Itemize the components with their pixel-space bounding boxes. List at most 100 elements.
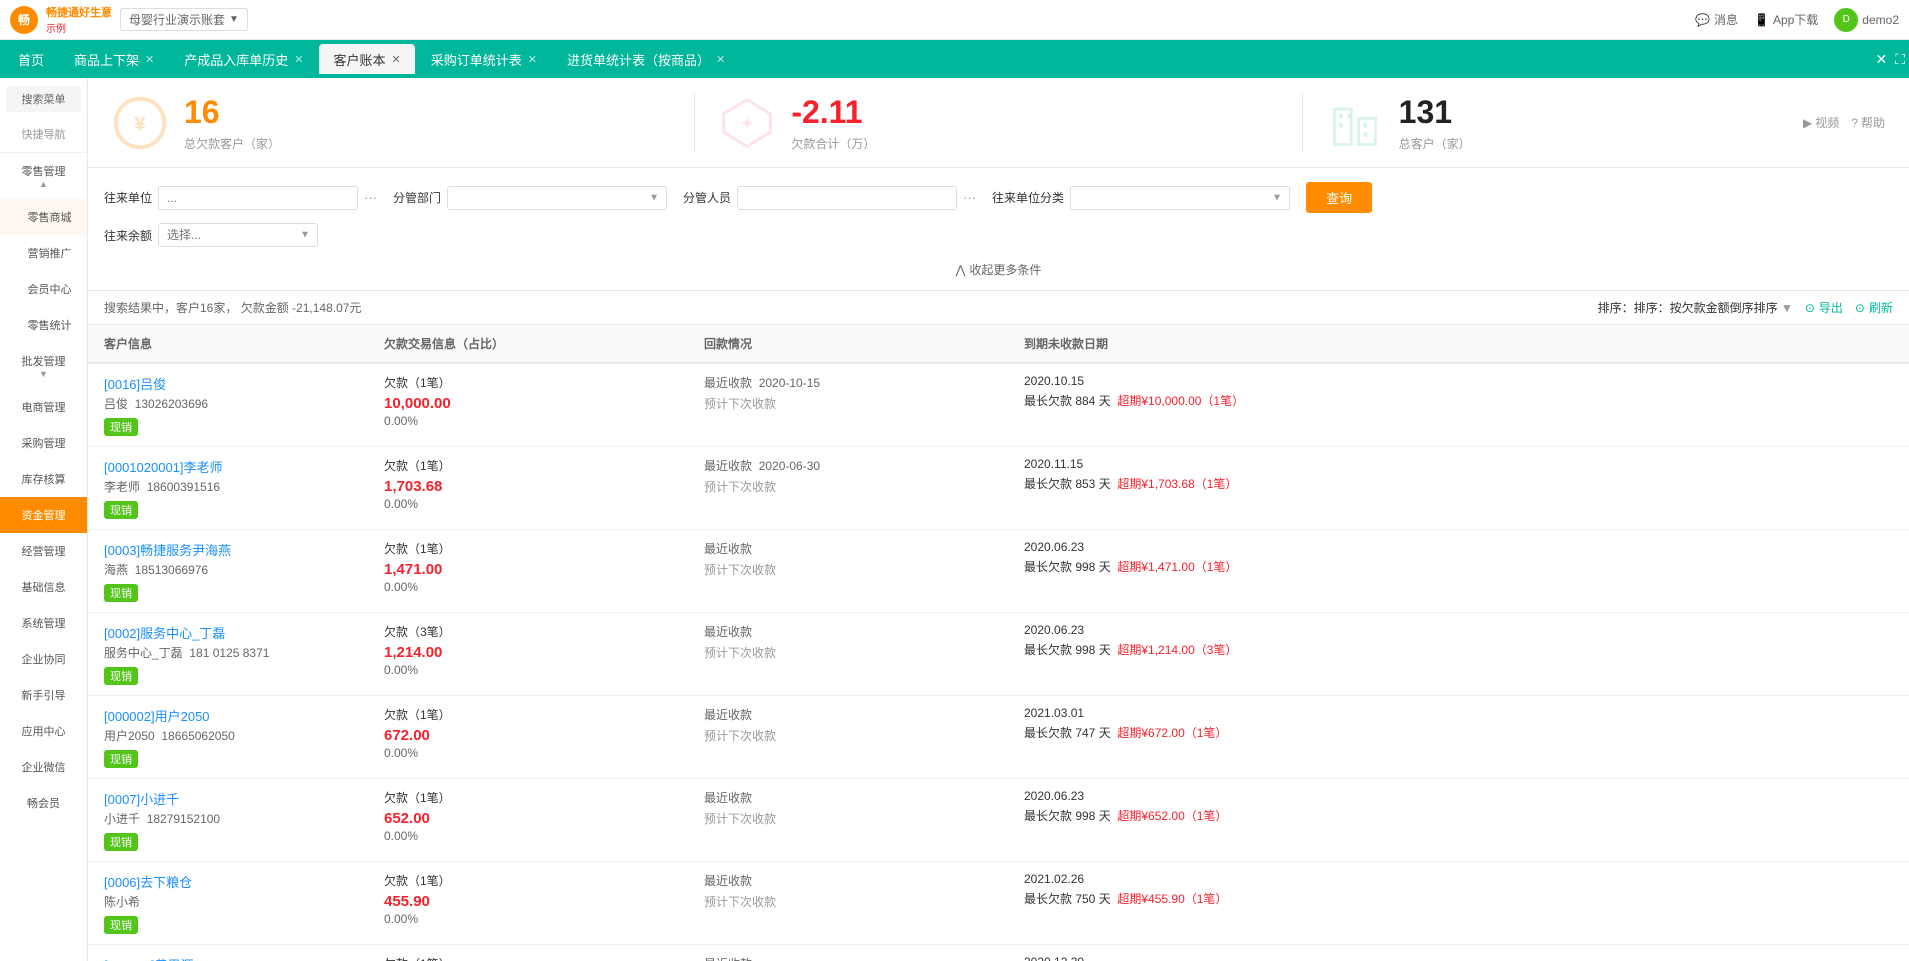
tab-purchase-order-close[interactable]: ✕ [528,53,537,66]
table-row: [0003]畅捷服务尹海燕 海燕 18513066976 现销 欠款（1笔） 1… [88,530,1909,613]
stat3-label: 总客户（家） [1399,135,1803,152]
due-date-cell: 2020.06.23 最长欠款 998 天 超期¥652.00（1笔） [1024,789,1893,851]
sidebar-item-marketing[interactable]: 营销推广 [0,235,87,271]
recovery-cell: 最近收款 2020-06-30 预计下次收款 [704,457,1024,519]
sidebar-item-enterprise-collab[interactable]: 企业协同 [0,641,87,677]
help-btn[interactable]: ? 帮助 [1851,114,1885,131]
sidebar-item-ecom-mgmt[interactable]: 电商管理 [0,389,87,425]
sidebar-item-enterprise-wx[interactable]: 企业微信 [0,749,87,785]
tab-products-close[interactable]: ✕ [145,53,154,66]
table-row: [0007]小进千 小进千 18279152100 现销 欠款（1笔） 652.… [88,779,1909,862]
tab-home[interactable]: 首页 [4,44,58,74]
view-video-btn[interactable]: ▶ 视频 [1803,114,1839,131]
customer-name-link[interactable]: [0016]吕俊 [104,374,384,393]
person-label: 分管人员 [683,189,731,206]
customer-name-link[interactable]: [0006]去下粮仓 [104,872,384,891]
app-download-btn[interactable]: 📱 App下载 [1754,11,1818,28]
tab-incoming-stats[interactable]: 进货单统计表（按商品） ✕ [553,44,739,74]
stat3-info: 131 总客户（家） [1399,94,1803,152]
message-btn[interactable]: 💬 消息 [1695,11,1738,28]
overdue-link[interactable]: 超期¥672.00（1笔） [1117,726,1227,740]
debt-amount[interactable]: 10,000.00 [384,395,704,412]
stat3-number: 131 [1399,94,1803,131]
store-selector[interactable]: 母婴行业演示账套 ▼ [120,8,248,31]
from-unit-input[interactable] [158,186,358,210]
debt-amount[interactable]: 1,471.00 [384,561,704,578]
overdue-link[interactable]: 超期¥652.00（1笔） [1117,809,1227,823]
overdue-link[interactable]: 超期¥1,703.68（1笔） [1117,477,1237,491]
query-button[interactable]: 查询 [1306,182,1372,213]
person-dots: ··· [963,190,976,205]
search-menu-btn[interactable]: 搜索菜单 [6,86,81,112]
tab-production[interactable]: 产成品入库单历史 ✕ [170,44,317,74]
debt-amount[interactable]: 1,214.00 [384,644,704,661]
sidebar-item-retail-mgmt[interactable]: 零售管理 ▲ [0,153,87,199]
tab-close-all[interactable]: ✕ [1875,51,1887,68]
header-recovery: 回款情况 [704,335,1024,352]
unit-class-dropdown-icon: ▼ [1272,192,1282,203]
debt-amount[interactable]: 455.90 [384,893,704,910]
tab-customer-account[interactable]: 客户账本 ✕ [319,44,414,74]
person-input[interactable] [737,186,957,210]
next-payment: 预计下次收款 [704,727,1024,744]
collapse-btn[interactable]: ⋀ 收起更多条件 [104,257,1893,286]
balance-input[interactable] [158,223,318,247]
due-date: 2020.06.23 [1024,540,1893,554]
sidebar-item-retail-shop[interactable]: 零售商城 [0,199,87,235]
debt-percent: 0.00% [384,746,704,760]
overdue-link[interactable]: 超期¥1,471.00（1笔） [1117,560,1237,574]
overdue-link[interactable]: 超期¥455.90（1笔） [1117,892,1227,906]
sidebar-item-batch-mgmt[interactable]: 批发管理 ▼ [0,343,87,389]
tab-customer-account-close[interactable]: ✕ [392,53,401,66]
tab-incoming-stats-close[interactable]: ✕ [716,53,725,66]
unit-class-input[interactable] [1070,186,1290,210]
customer-name-link[interactable]: [0002]服务中心_丁磊 [104,623,384,642]
table-row: [0016]吕俊 吕俊 13026203696 现销 欠款（1笔） 10,000… [88,364,1909,447]
stats-bar: ¥ 16 总欠款客户（家） ✦ -2.11 欠款合计（ [88,78,1909,168]
refresh-btn[interactable]: ⊙ 刷新 [1855,299,1893,316]
dept-input[interactable] [447,186,667,210]
debt-amount[interactable]: 1,703.68 [384,478,704,495]
customer-name-link[interactable]: [000001]黄思源 [104,955,384,961]
sidebar-item-purchase-mgmt[interactable]: 采购管理 [0,425,87,461]
sidebar-item-base-info[interactable]: 基础信息 [0,569,87,605]
customer-name-link[interactable]: [0001020001]李老师 [104,457,384,476]
export-btn[interactable]: ⊙ 导出 [1805,299,1843,316]
stat2-info: -2.11 欠款合计（万） [791,94,875,152]
customer-cell: [0003]畅捷服务尹海燕 海燕 18513066976 现销 [104,540,384,602]
overdue-link[interactable]: 超期¥1,214.00（3笔） [1117,643,1237,657]
customer-name-link[interactable]: [0007]小进千 [104,789,384,808]
overdue-link[interactable]: 超期¥10,000.00（1笔） [1117,394,1244,408]
customer-cell: [0006]去下粮仓 陈小希 现销 [104,872,384,934]
result-summary: 搜索结果中，客户16家， 欠款金额 -21,148.07元 [104,299,361,316]
mobile-icon: 📱 [1754,13,1769,27]
customer-name-link[interactable]: [0003]畅捷服务尹海燕 [104,540,384,559]
sidebar-item-sys-mgmt[interactable]: 系统管理 [0,605,87,641]
recovery-cell: 最近收款 2020-10-15 预计下次收款 [704,374,1024,436]
due-date-cell: 2021.03.01 最长欠款 747 天 超期¥672.00（1笔） [1024,706,1893,768]
sidebar-item-inventory[interactable]: 库存核算 [0,461,87,497]
sort-dropdown-icon[interactable]: ▼ [1781,301,1793,315]
sidebar-item-capital-mgmt[interactable]: 资金管理 [0,497,87,533]
debt-amount[interactable]: 672.00 [384,727,704,744]
stat-icon-building [1327,95,1383,151]
sidebar-item-member-center[interactable]: 会员中心 [0,271,87,307]
sort-label: 排序：排序：按欠款金额倒序排序 ▼ [1598,299,1793,316]
tab-maximize[interactable]: ⛶ [1895,51,1905,68]
message-icon: 💬 [1695,13,1710,27]
sidebar-item-retail-stats[interactable]: 零售统计 [0,307,87,343]
tab-purchase-order[interactable]: 采购订单统计表 ✕ [417,44,551,74]
due-date-cell: 2020.11.15 最长欠款 853 天 超期¥1,703.68（1笔） [1024,457,1893,519]
tab-products[interactable]: 商品上下架 ✕ [60,44,168,74]
stat-card-total-customers: 131 总客户（家） ▶ 视频 ? 帮助 [1303,94,1909,152]
debt-amount[interactable]: 652.00 [384,810,704,827]
user-avatar[interactable]: D demo2 [1834,8,1899,32]
tab-production-close[interactable]: ✕ [294,53,303,66]
sidebar-item-newbie[interactable]: 新手引导 [0,677,87,713]
sidebar-item-biz-mgmt[interactable]: 经营管理 [0,533,87,569]
due-date: 2020.10.15 [1024,374,1893,388]
sidebar-item-vip-member[interactable]: 畅会员 [0,785,87,821]
sidebar-item-app-center[interactable]: 应用中心 [0,713,87,749]
customer-name-link[interactable]: [000002]用户2050 [104,706,384,725]
due-date: 2021.02.26 [1024,872,1893,886]
